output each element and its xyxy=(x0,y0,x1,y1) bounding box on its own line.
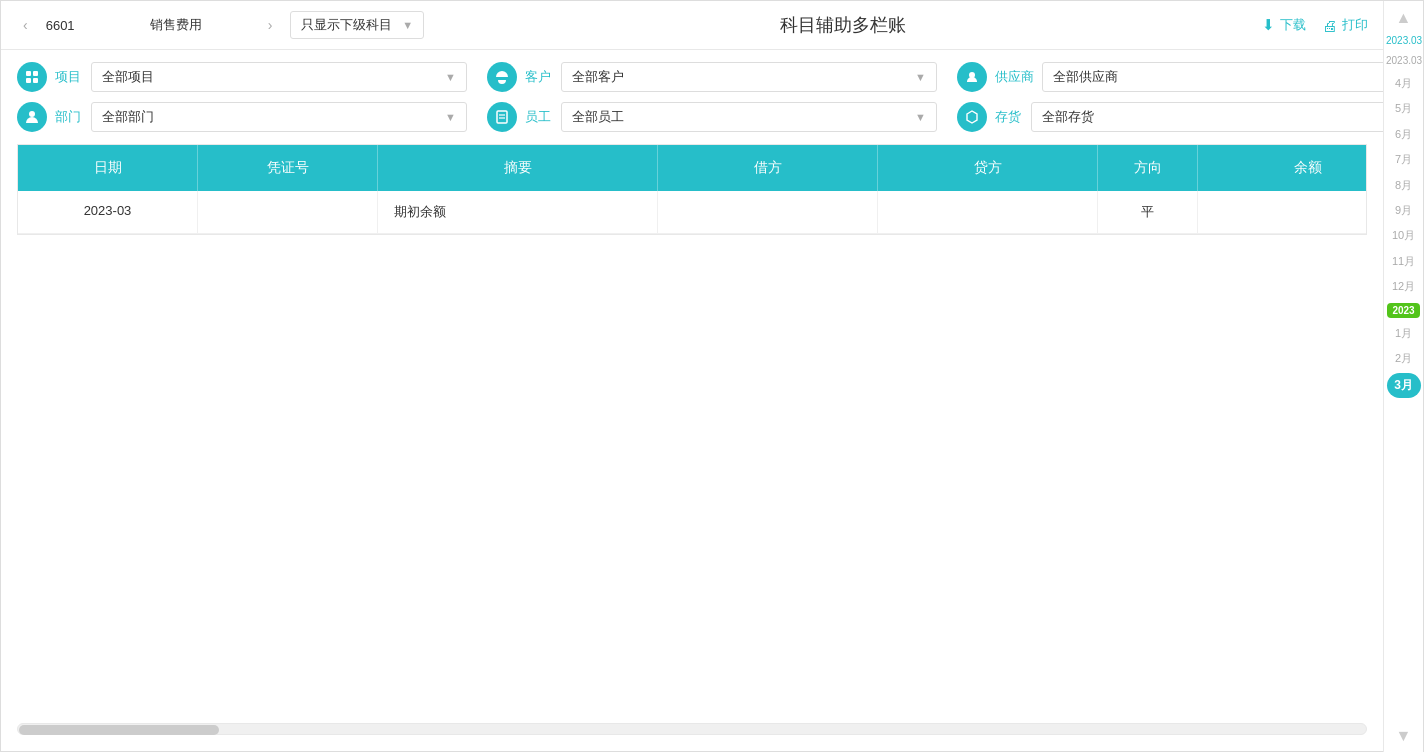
department-icon xyxy=(17,102,47,132)
timeline-item-12[interactable]: 12月 xyxy=(1384,274,1423,299)
department-value: 全部部门 xyxy=(102,108,154,126)
inventory-select[interactable]: 全部存货 ▼ xyxy=(1031,102,1407,132)
account-code-box: 6601 销售费用 xyxy=(46,16,250,34)
table-header: 日期 凭证号 摘要 借方 贷方 方向 余额 xyxy=(18,145,1366,191)
supplier-icon xyxy=(957,62,987,92)
download-btn[interactable]: ⬇ 下载 xyxy=(1262,16,1306,34)
customer-value: 全部客户 xyxy=(572,68,624,86)
customer-label: 客户 xyxy=(525,68,553,86)
cell-debit xyxy=(658,191,878,233)
col-direction: 方向 xyxy=(1098,145,1198,191)
timeline-year-badge[interactable]: 2023 xyxy=(1387,303,1419,318)
col-summary: 摘要 xyxy=(378,145,658,191)
timeline-item-9[interactable]: 9月 xyxy=(1384,198,1423,223)
print-btn[interactable]: 🖨 打印 xyxy=(1322,16,1368,34)
timeline-item-3-active[interactable]: 3月 xyxy=(1387,373,1421,398)
col-balance: 余额 xyxy=(1198,145,1367,191)
timeline-item-4[interactable]: 4月 xyxy=(1384,71,1423,96)
filter-label: 只显示下级科目 xyxy=(301,16,392,34)
timeline-item-6[interactable]: 6月 xyxy=(1384,122,1423,147)
timeline-item-2023-03-1[interactable]: 2023.03 xyxy=(1384,31,1423,51)
col-credit: 贷方 xyxy=(878,145,1098,191)
cell-summary: 期初余额 xyxy=(378,191,658,233)
cell-balance xyxy=(1198,191,1367,233)
timeline-up-nav[interactable]: ▲ xyxy=(1392,5,1416,31)
app-container: ‹ 6601 销售费用 › 只显示下级科目 ▼ 科目辅助多栏账 ⬇ 下载 🖨 打… xyxy=(0,0,1424,752)
inventory-filter-item: 存货 全部存货 ▼ xyxy=(957,102,1407,132)
cell-credit xyxy=(878,191,1098,233)
h-scrollbar-track[interactable] xyxy=(17,723,1367,735)
timeline-item-7[interactable]: 7月 xyxy=(1384,147,1423,172)
employee-select-arrow: ▼ xyxy=(915,111,926,123)
timeline-item-2023-03-2[interactable]: 2023.03 xyxy=(1384,51,1423,71)
department-select[interactable]: 全部部门 ▼ xyxy=(91,102,467,132)
svg-rect-6 xyxy=(497,111,507,123)
cell-voucher xyxy=(198,191,378,233)
table-row[interactable]: 2023-03 期初余额 平 xyxy=(18,191,1366,234)
timeline-item-10[interactable]: 10月 xyxy=(1384,223,1423,248)
cell-direction: 平 xyxy=(1098,191,1198,233)
svg-rect-3 xyxy=(33,78,38,83)
show-sub-accounts-filter[interactable]: 只显示下级科目 ▼ xyxy=(290,11,424,39)
account-code: 6601 xyxy=(46,18,146,33)
timeline-down-nav[interactable]: ▼ xyxy=(1392,723,1416,749)
supplier-filter-item: 供应商 全部供应商 ▼ xyxy=(957,62,1407,92)
cell-date: 2023-03 xyxy=(18,191,198,233)
download-icon: ⬇ xyxy=(1262,16,1275,34)
project-select-arrow: ▼ xyxy=(445,71,456,83)
department-filter-item: 部门 全部部门 ▼ xyxy=(17,102,467,132)
customer-select[interactable]: 全部客户 ▼ xyxy=(561,62,937,92)
employee-label: 员工 xyxy=(525,108,553,126)
supplier-label: 供应商 xyxy=(995,68,1034,86)
timeline-panel: ▲ 2023.03 2023.03 4月 5月 6月 7月 8月 9月 10月 … xyxy=(1383,1,1423,752)
filter-area: 项目 全部项目 ▼ 客户 全部客户 ▼ 供应商 全部供应商 ▼ xyxy=(1,50,1423,144)
timeline-item-5[interactable]: 5月 xyxy=(1384,96,1423,121)
inventory-value: 全部存货 xyxy=(1042,108,1094,126)
project-icon xyxy=(17,62,47,92)
col-debit: 借方 xyxy=(658,145,878,191)
supplier-select[interactable]: 全部供应商 ▼ xyxy=(1042,62,1407,92)
svg-point-5 xyxy=(29,111,35,117)
project-filter-item: 项目 全部项目 ▼ xyxy=(17,62,467,92)
header: ‹ 6601 销售费用 › 只显示下级科目 ▼ 科目辅助多栏账 ⬇ 下载 🖨 打… xyxy=(1,1,1423,50)
svg-rect-1 xyxy=(33,71,38,76)
customer-icon xyxy=(487,62,517,92)
customer-select-arrow: ▼ xyxy=(915,71,926,83)
project-label: 项目 xyxy=(55,68,83,86)
col-voucher: 凭证号 xyxy=(198,145,378,191)
page-title: 科目辅助多栏账 xyxy=(436,13,1250,37)
department-label: 部门 xyxy=(55,108,83,126)
timeline-item-11[interactable]: 11月 xyxy=(1384,249,1423,274)
svg-rect-2 xyxy=(26,78,31,83)
customer-filter-item: 客户 全部客户 ▼ xyxy=(487,62,937,92)
col-date: 日期 xyxy=(18,145,198,191)
project-value: 全部项目 xyxy=(102,68,154,86)
employee-select[interactable]: 全部员工 ▼ xyxy=(561,102,937,132)
table-wrapper: 日期 凭证号 摘要 借方 贷方 方向 余额 2023-03 期初余额 平 xyxy=(17,144,1367,235)
print-label: 打印 xyxy=(1342,16,1368,34)
next-account-btn[interactable]: › xyxy=(262,15,279,35)
employee-filter-item: 员工 全部员工 ▼ xyxy=(487,102,937,132)
table-body: 2023-03 期初余额 平 xyxy=(18,191,1366,234)
prev-account-btn[interactable]: ‹ xyxy=(17,15,34,35)
download-label: 下载 xyxy=(1280,16,1306,34)
timeline-item-1[interactable]: 1月 xyxy=(1384,321,1423,346)
employee-value: 全部员工 xyxy=(572,108,624,126)
inventory-icon xyxy=(957,102,987,132)
department-select-arrow: ▼ xyxy=(445,111,456,123)
account-name: 销售费用 xyxy=(150,16,250,34)
inventory-label: 存货 xyxy=(995,108,1023,126)
timeline-item-8[interactable]: 8月 xyxy=(1384,173,1423,198)
svg-rect-0 xyxy=(26,71,31,76)
employee-icon xyxy=(487,102,517,132)
supplier-value: 全部供应商 xyxy=(1053,68,1118,86)
print-icon: 🖨 xyxy=(1322,17,1337,34)
timeline-item-2[interactable]: 2月 xyxy=(1384,346,1423,371)
project-select[interactable]: 全部项目 ▼ xyxy=(91,62,467,92)
h-scrollbar-thumb[interactable] xyxy=(19,725,219,735)
filter-dropdown-arrow: ▼ xyxy=(402,19,413,31)
